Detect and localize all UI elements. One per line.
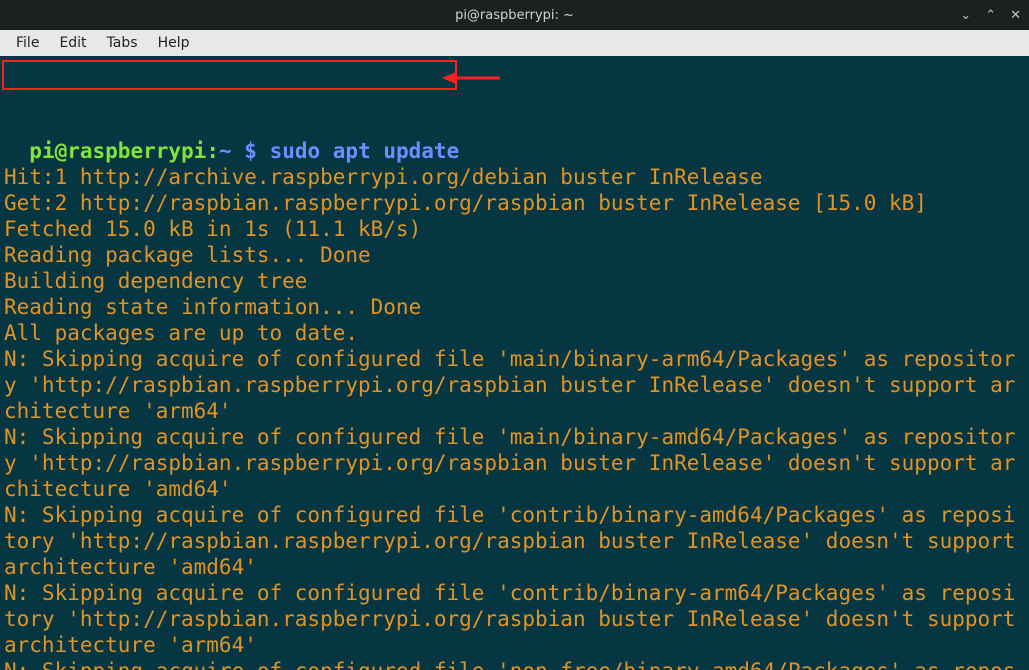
prompt-separator: : [206, 139, 219, 163]
terminal-output-line: Hit:1 http://archive.raspberrypi.org/deb… [4, 165, 763, 189]
minimize-button[interactable]: ⌄ [960, 8, 971, 23]
terminal-output-line: Reading package lists... Done [4, 243, 371, 267]
menu-tabs[interactable]: Tabs [99, 32, 146, 54]
prompt-command: sudo apt update [270, 139, 460, 163]
terminal-output-line: All packages are up to date. [4, 321, 358, 345]
prompt-user: pi@raspberrypi [29, 139, 206, 163]
menubar: File Edit Tabs Help [0, 30, 1029, 56]
window-title: pi@raspberrypi: ~ [455, 8, 574, 23]
menu-edit[interactable]: Edit [51, 32, 94, 54]
terminal-output-line: Building dependency tree [4, 269, 307, 293]
window-titlebar: pi@raspberrypi: ~ ⌄ ⌃ ✕ [0, 0, 1029, 30]
terminal-output-line: Reading state information... Done [4, 295, 421, 319]
terminal-output-line: N: Skipping acquire of configured file '… [4, 659, 1015, 670]
terminal-output-line: N: Skipping acquire of configured file '… [4, 425, 1015, 501]
close-button[interactable]: ✕ [1010, 8, 1021, 23]
prompt-line: pi@raspberrypi:~ $ sudo apt update [29, 139, 459, 163]
terminal-output-line: Get:2 http://raspbian.raspberrypi.org/ra… [4, 191, 927, 215]
annotation-arrow-icon [442, 68, 502, 88]
annotation-highlight-box [2, 60, 457, 90]
terminal-output-line: N: Skipping acquire of configured file '… [4, 581, 1028, 657]
terminal-output-line: N: Skipping acquire of configured file '… [4, 347, 1015, 423]
window-controls: ⌄ ⌃ ✕ [960, 8, 1021, 23]
terminal-output-line: N: Skipping acquire of configured file '… [4, 503, 1028, 579]
menu-file[interactable]: File [8, 32, 47, 54]
terminal-area[interactable]: pi@raspberrypi:~ $ sudo apt update Hit:1… [0, 56, 1029, 670]
maximize-button[interactable]: ⌃ [985, 8, 996, 23]
menu-help[interactable]: Help [150, 32, 198, 54]
prompt-path: ~ [219, 139, 244, 163]
prompt-dollar: $ [244, 139, 269, 163]
terminal-output-line: Fetched 15.0 kB in 1s (11.1 kB/s) [4, 217, 421, 241]
